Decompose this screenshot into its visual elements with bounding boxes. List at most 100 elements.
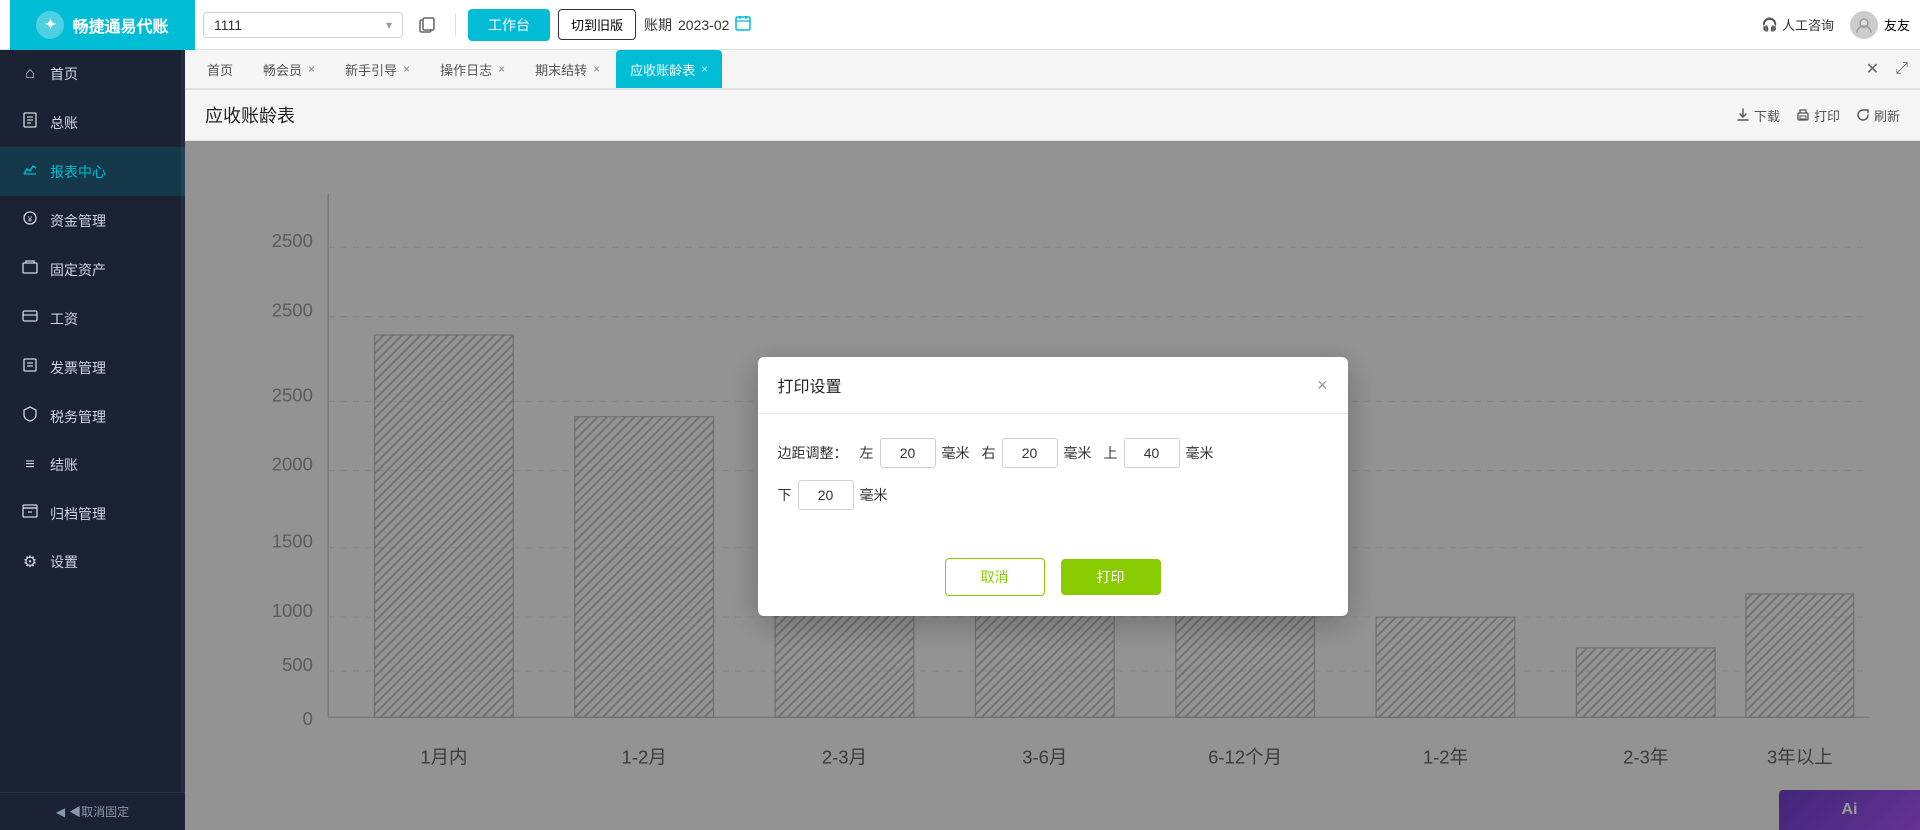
copy-icon[interactable] (411, 9, 443, 41)
user-area[interactable]: 友友 (1850, 11, 1910, 39)
tax-icon (20, 406, 40, 427)
main-layout: ⌂ 首页 总账 报表中心 (0, 50, 1920, 830)
tab-member[interactable]: 畅会员 × (249, 50, 329, 88)
sidebar-item-ledger[interactable]: 总账 (0, 98, 185, 147)
collapse-label: ◀取消固定 (69, 803, 129, 820)
page-content: 应收账龄表 下载 打印 (185, 90, 1920, 830)
collapse-arrow-icon: ◀ (56, 805, 65, 819)
sidebar-item-label: 总账 (50, 113, 78, 133)
dropdown-arrow-icon: ▾ (386, 18, 392, 32)
sidebar-item-settings[interactable]: ⚙ 设置 (0, 538, 185, 586)
tab-oplog[interactable]: 操作日志 × (426, 50, 519, 88)
download-label: 下载 (1754, 106, 1780, 125)
support-label: 人工咨询 (1782, 15, 1834, 34)
tab-label: 应收账龄表 (630, 60, 695, 79)
tab-close-icon[interactable]: × (403, 62, 410, 76)
tab-yearend[interactable]: 期末结转 × (521, 50, 614, 88)
tab-guide[interactable]: 新手引导 × (331, 50, 424, 88)
app-header: ✦ 畅捷通易代账 1111 ▾ 工作台 切到旧版 账期 2023-02 🎧 (0, 0, 1920, 50)
sidebar-item-label: 固定资产 (50, 260, 106, 280)
modal-close-button[interactable]: × (1317, 376, 1328, 394)
logo-icon: ✦ (36, 11, 64, 39)
sidebar-item-salary[interactable]: 工资 (0, 294, 185, 343)
left-direction-label: 左 (860, 443, 874, 463)
tab-home[interactable]: 首页 (193, 50, 247, 88)
refresh-button[interactable]: 刷新 (1856, 106, 1900, 125)
left-margin-input[interactable] (880, 438, 936, 468)
home-icon: ⌂ (20, 65, 40, 83)
bottom-direction-label: 下 (778, 485, 792, 505)
margin-settings-row: 边距调整： 左 毫米 右 毫米 (778, 438, 1328, 510)
sidebar-item-settle[interactable]: ≡ 结账 (0, 441, 185, 489)
tabs-right: ✕ ⤢ (1862, 55, 1912, 83)
refresh-label: 刷新 (1874, 106, 1900, 125)
headset-icon: 🎧 (1762, 17, 1778, 33)
download-button[interactable]: 下载 (1736, 106, 1780, 125)
sidebar-item-label: 设置 (50, 552, 78, 572)
margin-label: 边距调整： (778, 443, 848, 463)
company-selector[interactable]: 1111 ▾ (203, 12, 403, 38)
right-margin-input[interactable] (1002, 438, 1058, 468)
print-label: 打印 (1814, 106, 1840, 125)
sidebar-item-home[interactable]: ⌂ 首页 (0, 50, 185, 98)
sidebar-collapse-button[interactable]: ◀ ◀取消固定 (0, 792, 185, 830)
expand-window-icon[interactable]: ⤢ (1891, 56, 1912, 82)
reports-icon (20, 161, 40, 182)
right-margin-group: 右 毫米 (982, 438, 1092, 468)
right-unit-label: 毫米 (1064, 443, 1092, 463)
tab-label: 操作日志 (440, 60, 492, 79)
sidebar: ⌂ 首页 总账 报表中心 (0, 50, 185, 830)
salary-icon (20, 308, 40, 329)
sidebar-item-invoice[interactable]: 发票管理 (0, 343, 185, 392)
sidebar-item-assets[interactable]: 固定资产 (0, 245, 185, 294)
modal-footer: 取消 打印 (758, 558, 1348, 616)
sidebar-item-reports[interactable]: 报表中心 (0, 147, 185, 196)
company-name: 1111 (214, 17, 382, 33)
modal-overlay: 打印设置 × 边距调整： 左 毫米 (185, 141, 1920, 830)
period-info: 账期 2023-02 (644, 15, 751, 35)
svg-text:¥: ¥ (27, 215, 33, 224)
cancel-button[interactable]: 取消 (945, 558, 1045, 596)
tab-close-icon[interactable]: × (593, 62, 600, 76)
app-logo: ✦ 畅捷通易代账 (10, 0, 195, 50)
ledger-icon (20, 112, 40, 133)
workbench-button[interactable]: 工作台 (468, 9, 550, 41)
tab-aging[interactable]: 应收账龄表 × (616, 50, 722, 88)
assets-icon (20, 259, 40, 280)
page-title: 应收账龄表 (205, 102, 295, 128)
top-margin-input[interactable] (1124, 438, 1180, 468)
calendar-icon[interactable] (735, 15, 751, 34)
print-button[interactable]: 打印 (1796, 106, 1840, 125)
close-all-tabs-icon[interactable]: ✕ (1862, 55, 1883, 83)
funds-icon: ¥ (20, 210, 40, 231)
bottom-margin-input[interactable] (798, 480, 854, 510)
modal-body: 边距调整： 左 毫米 右 毫米 (758, 414, 1348, 558)
settings-icon: ⚙ (20, 552, 40, 572)
sidebar-item-tax[interactable]: 税务管理 (0, 392, 185, 441)
settle-icon: ≡ (20, 456, 40, 474)
top-direction-label: 上 (1104, 443, 1118, 463)
tab-label: 新手引导 (345, 60, 397, 79)
tab-close-icon[interactable]: × (701, 62, 708, 76)
sidebar-item-label: 发票管理 (50, 358, 106, 378)
archive-icon (20, 503, 40, 524)
content-area: 首页 畅会员 × 新手引导 × 操作日志 × 期末结转 × 应收账龄表 × (185, 50, 1920, 830)
top-unit-label: 毫米 (1186, 443, 1214, 463)
sidebar-item-label: 税务管理 (50, 407, 106, 427)
period-value: 2023-02 (678, 17, 729, 33)
tab-label: 首页 (207, 60, 233, 79)
sidebar-item-funds[interactable]: ¥ 资金管理 (0, 196, 185, 245)
page-actions: 下载 打印 刷新 (1736, 106, 1900, 125)
period-label: 账期 (644, 15, 672, 35)
modal-title: 打印设置 (778, 373, 842, 397)
top-margin-group: 上 毫米 (1104, 438, 1214, 468)
sidebar-item-label: 资金管理 (50, 211, 106, 231)
tab-close-icon[interactable]: × (308, 62, 315, 76)
support-button[interactable]: 🎧 人工咨询 (1762, 15, 1834, 34)
switch-version-button[interactable]: 切到旧版 (558, 9, 636, 40)
left-margin-group: 左 毫米 (860, 438, 970, 468)
sidebar-item-label: 结账 (50, 455, 78, 475)
tab-close-icon[interactable]: × (498, 62, 505, 76)
sidebar-item-archive[interactable]: 归档管理 (0, 489, 185, 538)
confirm-print-button[interactable]: 打印 (1061, 559, 1161, 595)
